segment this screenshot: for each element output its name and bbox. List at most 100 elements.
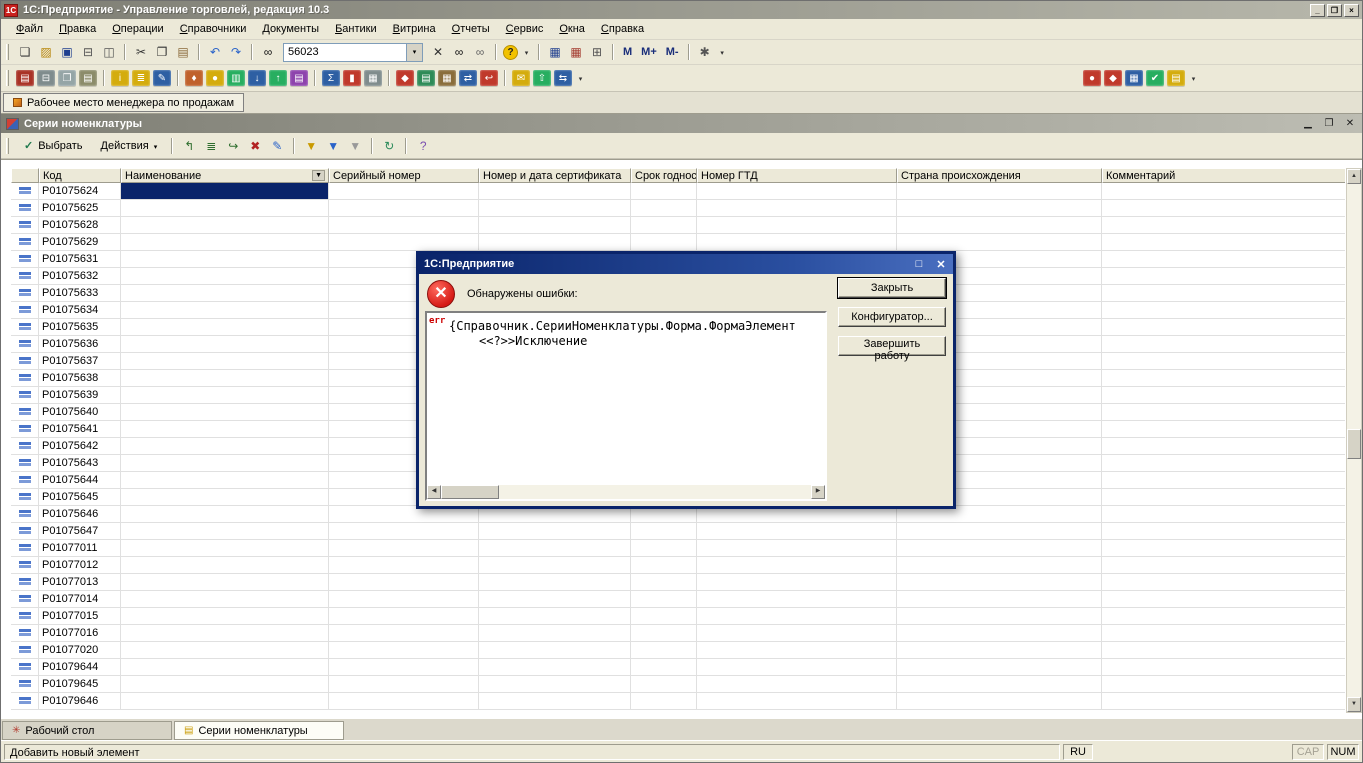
cell-code[interactable]: Р01077012 xyxy=(39,557,121,574)
catalog-books-icon[interactable]: ▤ xyxy=(16,70,34,86)
incoming-doc-icon[interactable]: ↓ xyxy=(248,70,266,86)
cell-certificate[interactable] xyxy=(479,591,631,608)
cell-name[interactable] xyxy=(121,489,329,506)
cell-code[interactable]: Р01075632 xyxy=(39,268,121,285)
cell-serial-number[interactable] xyxy=(329,540,479,557)
exchange-icon[interactable]: ⇆ xyxy=(554,70,572,86)
cell-name[interactable] xyxy=(121,404,329,421)
cell-gtd-number[interactable] xyxy=(697,557,897,574)
cell-country[interactable] xyxy=(897,234,1102,251)
error-text-area[interactable]: err {Справочник.СерииНоменклатуры.Форма.… xyxy=(425,311,827,501)
cell-comment[interactable] xyxy=(1102,353,1345,370)
cell-comment[interactable] xyxy=(1102,438,1345,455)
calendar-events-icon[interactable]: ▦ xyxy=(1125,70,1143,86)
cell-name[interactable] xyxy=(121,251,329,268)
open-icon[interactable]: ▨ xyxy=(37,44,55,60)
menu-file[interactable]: Файл xyxy=(9,20,50,38)
scrollbar-thumb[interactable] xyxy=(1347,429,1361,459)
menu-bantiki[interactable]: Бантики xyxy=(328,20,384,38)
cell-gtd-number[interactable] xyxy=(697,574,897,591)
toolbar-overflow-icon[interactable]: ▾ xyxy=(575,73,586,83)
cell-name[interactable] xyxy=(121,676,329,693)
contacts-icon[interactable]: ◆ xyxy=(1104,70,1122,86)
cell-serial-number[interactable] xyxy=(329,608,479,625)
cell-name[interactable] xyxy=(121,574,329,591)
cell-gtd-number[interactable] xyxy=(697,659,897,676)
menu-help[interactable]: Справка xyxy=(594,20,651,38)
notes-icon[interactable]: ▤ xyxy=(1167,70,1185,86)
cell-gtd-number[interactable] xyxy=(697,591,897,608)
cell-expiry[interactable] xyxy=(631,693,697,710)
info-icon[interactable]: i xyxy=(111,70,129,86)
column-header[interactable]: Код xyxy=(39,168,121,183)
cell-expiry[interactable] xyxy=(631,540,697,557)
help-menu-caret-icon[interactable]: ▾ xyxy=(521,47,532,57)
sort-dropdown-icon[interactable]: ▼ xyxy=(312,170,325,181)
table-row[interactable]: Р01075624 xyxy=(11,183,1345,200)
redo-icon[interactable]: ↷ xyxy=(227,44,245,60)
cell-code[interactable]: Р01075624 xyxy=(39,183,121,200)
board-icon[interactable]: ▦ xyxy=(546,44,564,60)
export-icon[interactable]: ⇧ xyxy=(533,70,551,86)
print-preview-icon[interactable]: ◫ xyxy=(100,44,118,60)
table-row[interactable]: Р01075625 xyxy=(11,200,1345,217)
cell-name[interactable] xyxy=(121,370,329,387)
cell-code[interactable]: Р01075642 xyxy=(39,438,121,455)
journal-icon[interactable]: ▦ xyxy=(364,70,382,86)
cell-gtd-number[interactable] xyxy=(697,676,897,693)
cell-code[interactable]: Р01079644 xyxy=(39,659,121,676)
cell-name[interactable] xyxy=(121,421,329,438)
cell-code[interactable]: Р01077016 xyxy=(39,625,121,642)
refresh-icon[interactable]: ↻ xyxy=(380,138,398,154)
cell-serial-number[interactable] xyxy=(329,693,479,710)
cell-code[interactable]: Р01077013 xyxy=(39,574,121,591)
cell-certificate[interactable] xyxy=(479,200,631,217)
scroll-left-icon[interactable]: ◀ xyxy=(427,485,441,499)
find-input[interactable] xyxy=(284,46,406,58)
table-row[interactable]: Р01075647 xyxy=(11,523,1345,540)
cell-country[interactable] xyxy=(897,557,1102,574)
cell-comment[interactable] xyxy=(1102,489,1345,506)
cell-name[interactable] xyxy=(121,455,329,472)
cash-register-icon[interactable]: ▥ xyxy=(227,70,245,86)
cell-name[interactable] xyxy=(121,472,329,489)
cell-name[interactable] xyxy=(121,200,329,217)
cell-comment[interactable] xyxy=(1102,472,1345,489)
structure-icon[interactable]: ≣ xyxy=(132,70,150,86)
cell-certificate[interactable] xyxy=(479,523,631,540)
move-to-group-icon[interactable]: ↪ xyxy=(224,138,242,154)
mail-icon[interactable]: ✉ xyxy=(512,70,530,86)
cell-comment[interactable] xyxy=(1102,693,1345,710)
cell-comment[interactable] xyxy=(1102,540,1345,557)
cell-name[interactable] xyxy=(121,336,329,353)
cell-comment[interactable] xyxy=(1102,302,1345,319)
cell-certificate[interactable] xyxy=(479,659,631,676)
cell-country[interactable] xyxy=(897,642,1102,659)
cell-code[interactable]: Р01077015 xyxy=(39,608,121,625)
cell-certificate[interactable] xyxy=(479,574,631,591)
cell-comment[interactable] xyxy=(1102,455,1345,472)
price-tag-icon[interactable]: ♦ xyxy=(185,70,203,86)
copy-docs-icon[interactable]: ❐ xyxy=(58,70,76,86)
saved-docs-icon[interactable]: ▤ xyxy=(79,70,97,86)
cell-comment[interactable] xyxy=(1102,370,1345,387)
menu-catalogs[interactable]: Справочники xyxy=(173,20,254,38)
help-icon[interactable]: ? xyxy=(414,138,432,154)
cell-comment[interactable] xyxy=(1102,557,1345,574)
list-level-up-icon[interactable]: ↰ xyxy=(180,138,198,154)
cell-comment[interactable] xyxy=(1102,523,1345,540)
warehouse-icon[interactable]: ▦ xyxy=(438,70,456,86)
cell-name[interactable] xyxy=(121,285,329,302)
paste-icon[interactable]: ▤ xyxy=(174,44,192,60)
cell-comment[interactable] xyxy=(1102,676,1345,693)
cell-gtd-number[interactable] xyxy=(697,200,897,217)
cell-comment[interactable] xyxy=(1102,625,1345,642)
cell-code[interactable]: Р01075625 xyxy=(39,200,121,217)
contact-manager-icon[interactable]: ● xyxy=(1083,70,1101,86)
transfer-icon[interactable]: ⇄ xyxy=(459,70,477,86)
menu-windows[interactable]: Окна xyxy=(552,20,592,38)
cell-name[interactable] xyxy=(121,438,329,455)
cell-comment[interactable] xyxy=(1102,234,1345,251)
cell-name[interactable] xyxy=(121,302,329,319)
column-header[interactable]: Номер и дата сертификата xyxy=(479,168,631,183)
